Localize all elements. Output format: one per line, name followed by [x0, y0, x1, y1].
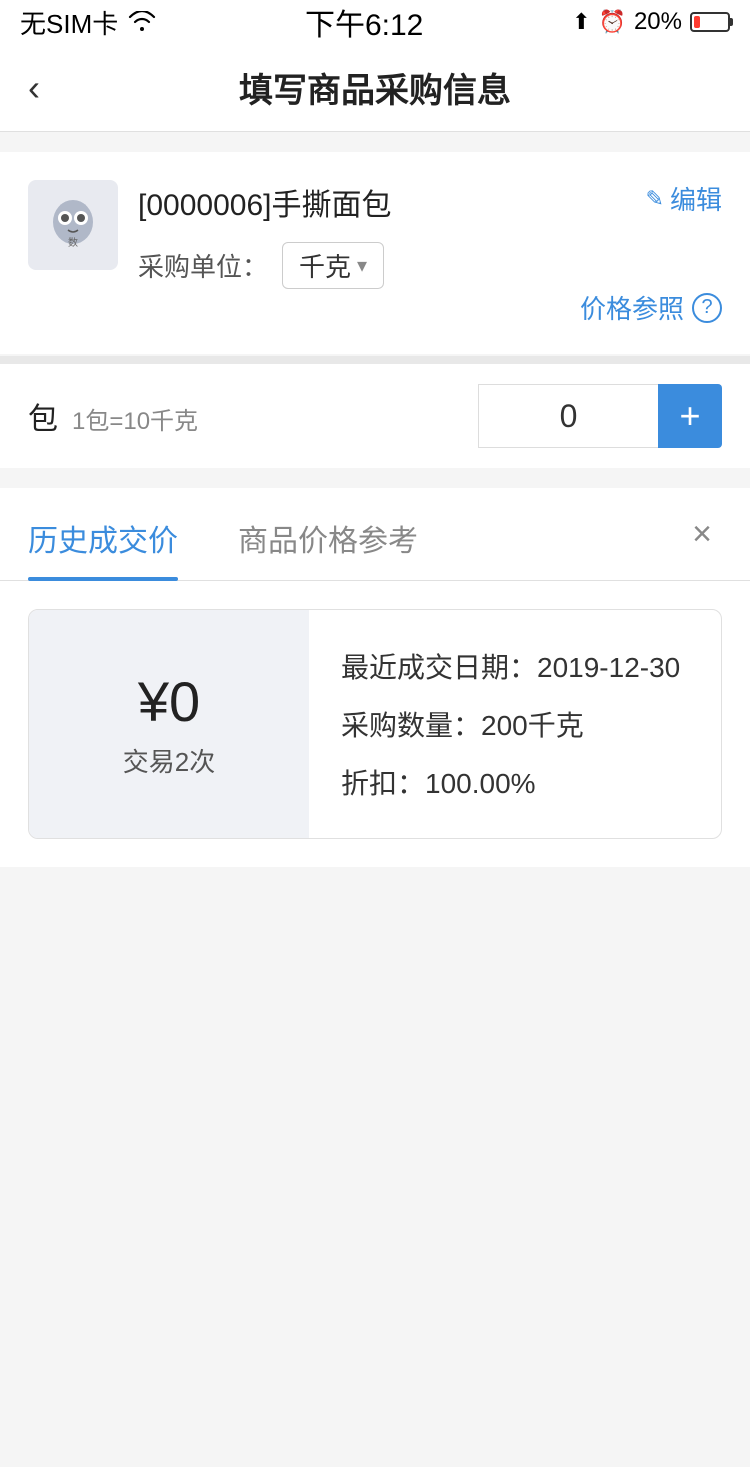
svg-text:数: 数 [68, 236, 78, 249]
price-ref-button[interactable]: 价格参照 [580, 289, 684, 326]
price-card: ¥0 交易2次 最近成交日期：2019-12-30 采购数量：200千克 折扣：… [28, 609, 722, 839]
nav-bar: ‹ 填写商品采购信息 [0, 44, 750, 132]
currency-symbol: ¥ [138, 670, 169, 733]
discount-label: 折扣： [341, 768, 425, 799]
qty-input[interactable] [478, 384, 658, 448]
qty-plus-button[interactable]: + [658, 384, 722, 448]
qty-left: 包 1包=10千克 [28, 394, 198, 438]
product-info: [0000006]手撕面包 采购单位： 千克 ▾ [138, 180, 391, 289]
wifi-icon [128, 7, 156, 38]
content-area [0, 867, 750, 1467]
quantity-section: 包 1包=10千克 + [0, 356, 750, 468]
price-right-panel: 最近成交日期：2019-12-30 采购数量：200千克 折扣：100.00% [309, 610, 721, 838]
edit-label: 编辑 [670, 180, 722, 217]
product-card: 数 [0000006]手撕面包 采购单位： 千克 ▾ ✎ 编辑 [0, 152, 750, 354]
location-icon: ⬆ [572, 9, 590, 35]
discount-line: 折扣：100.00% [341, 762, 689, 802]
price-card-container: ¥0 交易2次 最近成交日期：2019-12-30 采购数量：200千克 折扣：… [0, 581, 750, 867]
price-ref-row: 价格参照 ? [580, 289, 722, 326]
carrier-text: 无SIM卡 [20, 4, 118, 41]
help-icon[interactable]: ? [692, 293, 722, 323]
tab-product-price-ref[interactable]: 商品价格参考 [238, 488, 418, 580]
status-time: 下午6:12 [305, 0, 423, 44]
qty-control: + [478, 384, 722, 448]
tab-close-button[interactable]: × [682, 505, 722, 564]
status-bar: 无SIM卡 下午6:12 ⬆ ⏰ 20% [0, 0, 750, 44]
quantity-value: 200千克 [481, 710, 584, 741]
product-thumbnail-icon: 数 [43, 190, 103, 260]
tab-section: 历史成交价 商品价格参考 × ¥0 交易2次 最近成交日期：2019-12-30… [0, 488, 750, 867]
qty-sub-label: 1包=10千克 [72, 401, 198, 436]
recent-date-line: 最近成交日期：2019-12-30 [341, 646, 689, 686]
tab-history-price[interactable]: 历史成交价 [28, 488, 178, 580]
price-value: 0 [169, 670, 200, 733]
discount-value: 100.00% [425, 768, 536, 799]
product-unit-row: 采购单位： 千克 ▾ [138, 242, 391, 289]
quantity-label: 采购数量： [341, 710, 481, 741]
unit-dropdown[interactable]: 千克 ▾ [282, 242, 384, 289]
qty-row: 包 1包=10千克 + [0, 364, 750, 468]
product-image: 数 [28, 180, 118, 270]
price-left-panel: ¥0 交易2次 [29, 610, 309, 838]
product-top: 数 [0000006]手撕面包 采购单位： 千克 ▾ ✎ 编辑 [28, 180, 722, 326]
edit-icon: ✎ [646, 186, 664, 212]
qty-label: 包 [28, 394, 58, 438]
edit-button[interactable]: ✎ 编辑 [646, 180, 722, 217]
product-name: [0000006]手撕面包 [138, 180, 391, 224]
back-button[interactable]: ‹ [28, 67, 40, 109]
qty-divider [0, 356, 750, 364]
purchase-qty-line: 采购数量：200千克 [341, 704, 689, 744]
unit-value: 千克 [299, 247, 351, 284]
product-right: ✎ 编辑 价格参照 ? [580, 180, 722, 326]
recent-date-value: 2019-12-30 [537, 652, 680, 683]
unit-label: 采购单位： [138, 247, 268, 284]
product-left: 数 [0000006]手撕面包 采购单位： 千克 ▾ [28, 180, 391, 289]
status-right: ⬆ ⏰ 20% [572, 8, 730, 36]
tab-items: 历史成交价 商品价格参考 [28, 488, 418, 580]
battery-icon [690, 12, 730, 32]
battery-pct: 20% [634, 8, 682, 36]
price-trades: 交易2次 [123, 742, 215, 779]
page-title: 填写商品采购信息 [239, 63, 511, 112]
recent-date-label: 最近成交日期： [341, 652, 537, 683]
alarm-icon: ⏰ [599, 9, 626, 35]
status-left: 无SIM卡 [20, 4, 156, 41]
price-amount: ¥0 [138, 669, 200, 734]
tab-bar: 历史成交价 商品价格参考 × [0, 488, 750, 581]
dropdown-arrow-icon: ▾ [357, 253, 367, 278]
